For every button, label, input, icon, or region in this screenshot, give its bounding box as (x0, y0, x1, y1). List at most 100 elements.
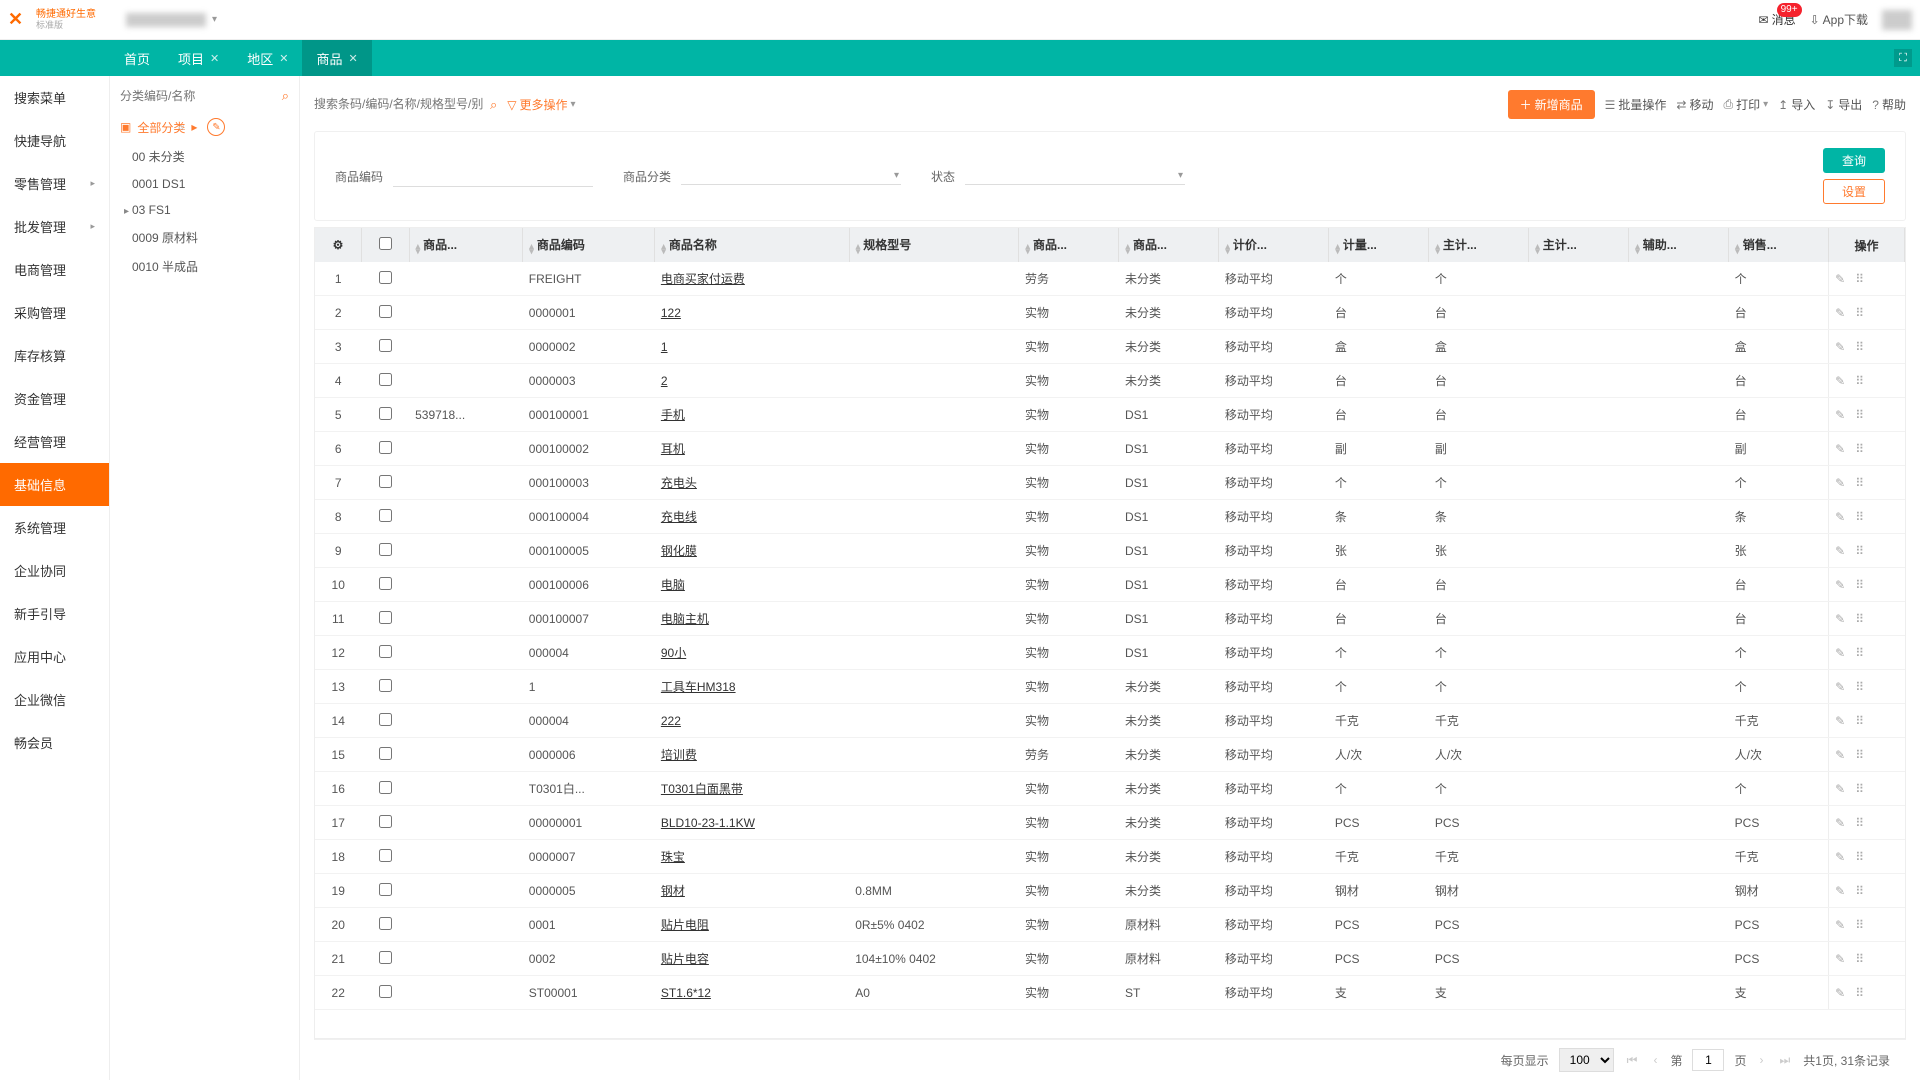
edit-icon[interactable]: ✎ (1835, 408, 1845, 422)
more-ops-button[interactable]: ▽更多操作▾ (507, 96, 575, 113)
edit-icon[interactable]: ✎ (1835, 816, 1845, 830)
page-input[interactable] (1692, 1049, 1724, 1071)
edit-icon[interactable]: ✎ (1835, 272, 1845, 286)
row-checkbox[interactable] (379, 951, 392, 964)
column-header[interactable]: ▴▾主计... (1529, 228, 1629, 262)
row-checkbox[interactable] (379, 985, 392, 998)
nav-item[interactable]: 采购管理 (0, 291, 109, 334)
product-name-link[interactable]: 充电线 (661, 510, 697, 524)
prev-page-button[interactable]: ‹ (1650, 1053, 1660, 1067)
fullscreen-button[interactable]: ⛶ (1894, 49, 1912, 67)
row-checkbox[interactable] (379, 407, 392, 420)
nav-item[interactable]: 经营管理 (0, 420, 109, 463)
column-header[interactable]: ▴▾商品... (1119, 228, 1219, 262)
more-icon[interactable]: ⠿ (1855, 476, 1864, 490)
edit-icon[interactable]: ✎ (1835, 680, 1845, 694)
edit-icon[interactable]: ✎ (1835, 646, 1845, 660)
more-icon[interactable]: ⠿ (1855, 544, 1864, 558)
more-icon[interactable]: ⠿ (1855, 850, 1864, 864)
product-name-link[interactable]: 手机 (661, 408, 685, 422)
search-input[interactable] (314, 97, 484, 112)
category-search-input[interactable] (120, 89, 276, 103)
last-page-button[interactable]: ⏭ (1776, 1053, 1793, 1068)
tree-item[interactable]: 0001 DS1 (110, 171, 299, 197)
more-icon[interactable]: ⠿ (1855, 306, 1864, 320)
product-name-link[interactable]: 贴片电阻 (661, 918, 709, 932)
close-icon[interactable]: ✕ (210, 52, 219, 65)
more-icon[interactable]: ⠿ (1855, 884, 1864, 898)
row-checkbox[interactable] (379, 373, 392, 386)
nav-item[interactable]: 零售管理▸ (0, 162, 109, 205)
edit-icon[interactable]: ✎ (1835, 918, 1845, 932)
print-button[interactable]: ⎙打印▾ (1723, 96, 1768, 113)
tab-地区[interactable]: 地区✕ (233, 40, 302, 76)
edit-icon[interactable]: ✎ (1835, 578, 1845, 592)
edit-icon[interactable]: ✎ (1835, 306, 1845, 320)
product-name-link[interactable]: 珠宝 (661, 850, 685, 864)
tree-item[interactable]: 00 未分类 (110, 142, 299, 171)
nav-item[interactable]: 企业微信 (0, 678, 109, 721)
avatar[interactable] (1882, 10, 1912, 30)
product-name-link[interactable]: T0301白面黑带 (661, 782, 743, 796)
first-page-button[interactable]: ⏮ (1624, 1053, 1641, 1068)
more-icon[interactable]: ⠿ (1855, 816, 1864, 830)
more-icon[interactable]: ⠿ (1855, 952, 1864, 966)
search-icon[interactable]: ⌕ (282, 88, 289, 104)
product-name-link[interactable]: 耳机 (661, 442, 685, 456)
product-name-link[interactable]: 电脑主机 (661, 612, 709, 626)
product-name-link[interactable]: 90小 (661, 646, 686, 660)
batch-op-button[interactable]: ☰批量操作 (1605, 96, 1667, 113)
product-name-link[interactable]: 电脑 (661, 578, 685, 592)
move-button[interactable]: ⇄移动 (1676, 96, 1713, 113)
nav-item[interactable]: 基础信息 (0, 463, 109, 506)
product-name-link[interactable]: 钢化膜 (661, 544, 697, 558)
row-checkbox[interactable] (379, 339, 392, 352)
more-icon[interactable]: ⠿ (1855, 680, 1864, 694)
close-icon[interactable]: ✕ (349, 52, 358, 65)
product-name-link[interactable]: 充电头 (661, 476, 697, 490)
filter-class-select[interactable]: ▾ (681, 167, 901, 185)
edit-icon[interactable]: ✎ (1835, 544, 1845, 558)
edit-icon[interactable]: ✎ (1835, 374, 1845, 388)
tree-item[interactable]: 0009 原材料 (110, 223, 299, 252)
column-header[interactable]: ▴▾计价... (1219, 228, 1329, 262)
edit-icon[interactable]: ✎ (1835, 714, 1845, 728)
settings-button[interactable]: 设置 (1823, 179, 1885, 204)
product-name-link[interactable]: 工具车HM318 (661, 680, 736, 694)
add-product-button[interactable]: ＋新增商品 (1508, 90, 1595, 119)
row-checkbox[interactable] (379, 441, 392, 454)
nav-item[interactable]: 库存核算 (0, 334, 109, 377)
edit-icon[interactable]: ✎ (1835, 340, 1845, 354)
row-checkbox[interactable] (379, 645, 392, 658)
nav-item[interactable]: 畅会员 (0, 721, 109, 764)
column-header[interactable]: ▴▾辅助... (1629, 228, 1729, 262)
search-icon[interactable]: ⌕ (490, 97, 497, 113)
row-checkbox[interactable] (379, 883, 392, 896)
edit-icon[interactable]: ✎ (1835, 884, 1845, 898)
edit-icon[interactable]: ✎ (1835, 782, 1845, 796)
column-header[interactable]: ▴▾商品... (409, 228, 523, 262)
more-icon[interactable]: ⠿ (1855, 408, 1864, 422)
row-checkbox[interactable] (379, 577, 392, 590)
row-checkbox[interactable] (379, 543, 392, 556)
row-checkbox[interactable] (379, 747, 392, 760)
next-page-button[interactable]: › (1756, 1053, 1766, 1067)
product-name-link[interactable]: BLD10-23-1.1KW (661, 816, 755, 830)
row-checkbox[interactable] (379, 509, 392, 522)
column-header[interactable]: 操作 (1829, 228, 1905, 262)
row-checkbox[interactable] (379, 611, 392, 624)
more-icon[interactable]: ⠿ (1855, 510, 1864, 524)
close-icon[interactable]: ✕ (279, 52, 288, 65)
product-name-link[interactable]: 电商买家付运费 (661, 272, 745, 286)
edit-icon[interactable]: ✎ (1835, 952, 1845, 966)
tab-项目[interactable]: 项目✕ (164, 40, 233, 76)
nav-item[interactable]: 批发管理▸ (0, 205, 109, 248)
edit-icon[interactable]: ✎ (207, 118, 225, 136)
tenant-selector[interactable]: ▾ (126, 13, 217, 27)
tree-item[interactable]: ▸03 FS1 (110, 197, 299, 223)
more-icon[interactable]: ⠿ (1855, 748, 1864, 762)
product-name-link[interactable]: ST1.6*12 (661, 986, 711, 1000)
nav-item[interactable]: 搜索菜单 (0, 76, 109, 119)
product-name-link[interactable]: 222 (661, 714, 681, 728)
row-checkbox[interactable] (379, 917, 392, 930)
